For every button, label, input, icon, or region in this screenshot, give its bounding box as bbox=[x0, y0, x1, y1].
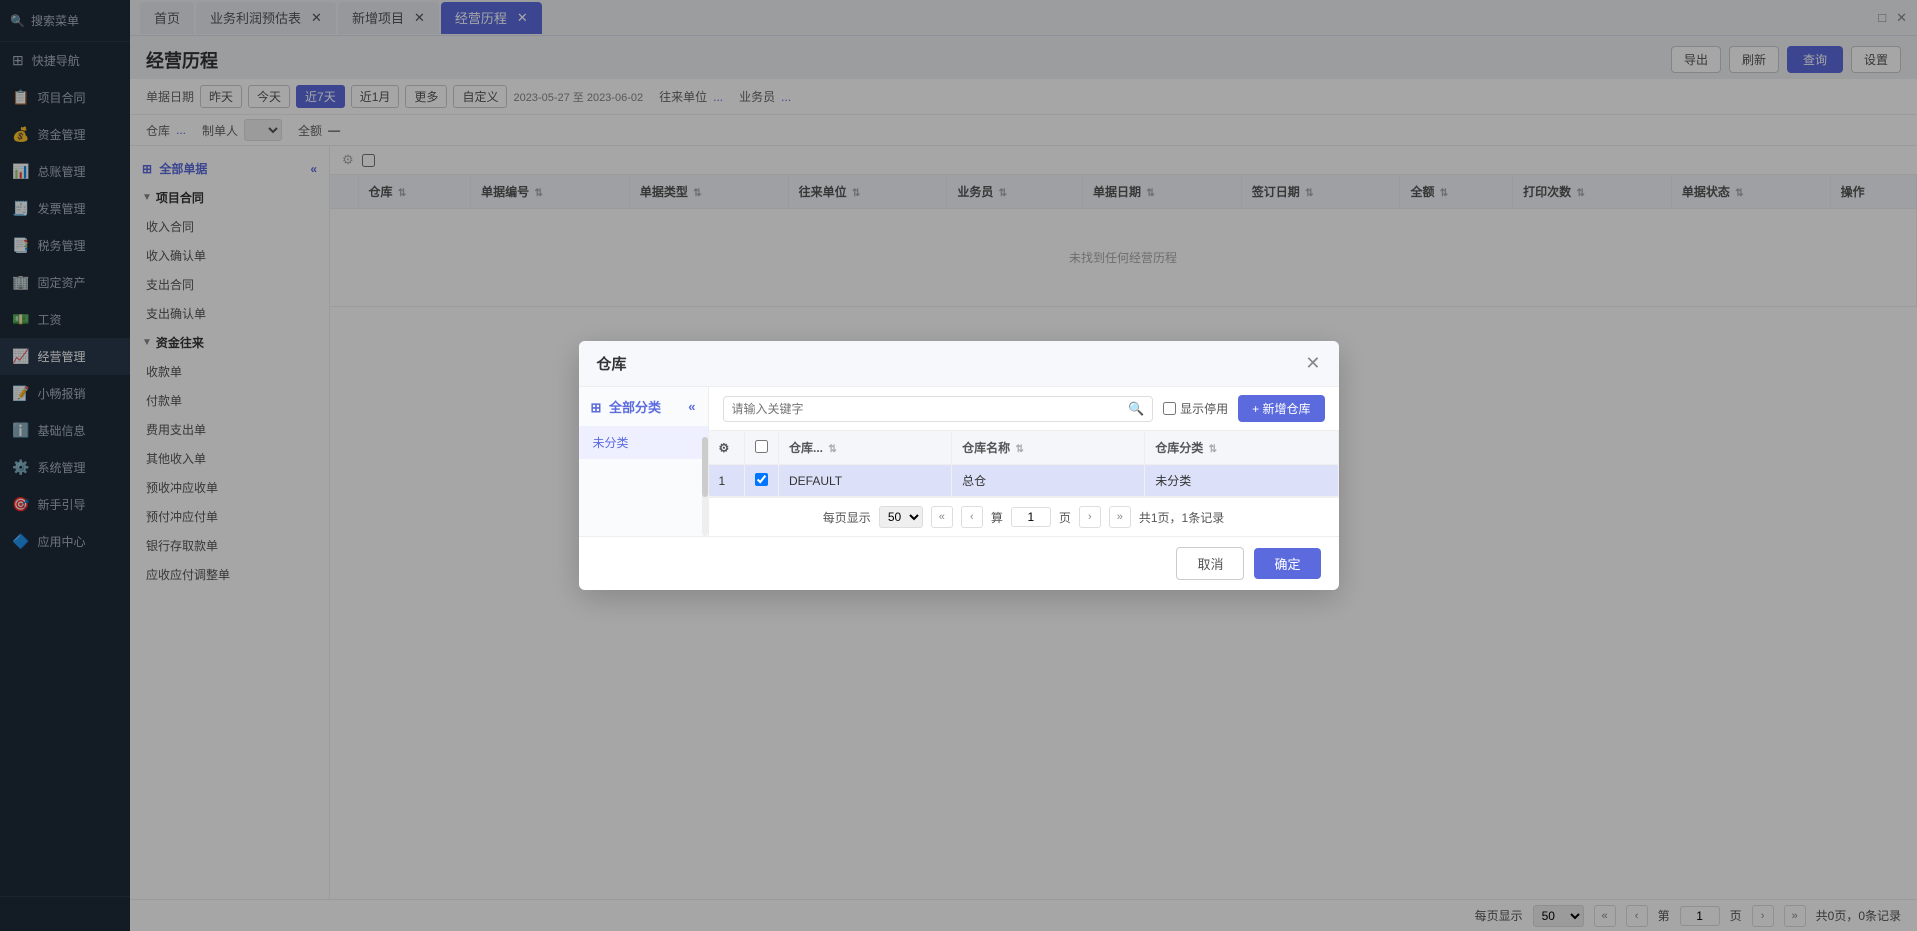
modal-toolbar: 🔍 显示停用 + 新增仓库 bbox=[709, 387, 1339, 431]
modal-page-suffix: 页 bbox=[1059, 509, 1071, 526]
modal-table-wrap[interactable]: ⚙ 仓库... ⇅ 仓库名称 ⇅ 仓库分类 ⇅ 1 DEFA bbox=[709, 431, 1339, 497]
modal-prev-page[interactable]: ‹ bbox=[961, 506, 983, 528]
modal-select-all[interactable] bbox=[755, 440, 768, 453]
modal-cancel-button[interactable]: 取消 bbox=[1176, 547, 1244, 580]
modal-search-box[interactable]: 🔍 bbox=[723, 396, 1154, 422]
modal-col-code[interactable]: 仓库... ⇅ bbox=[779, 431, 952, 465]
modal-header: 仓库 ✕ bbox=[579, 341, 1339, 387]
modal-table: ⚙ 仓库... ⇅ 仓库名称 ⇅ 仓库分类 ⇅ 1 DEFA bbox=[709, 431, 1339, 497]
modal-confirm-button[interactable]: 确定 bbox=[1254, 548, 1320, 579]
modal-row-checkbox[interactable] bbox=[755, 473, 768, 486]
modal-page-input[interactable] bbox=[1011, 507, 1051, 527]
modal-col-name[interactable]: 仓库名称 ⇅ bbox=[952, 431, 1145, 465]
modal-row-category: 未分类 bbox=[1145, 465, 1338, 497]
modal-body: ⊞ 全部分类 « 未分类 🔍 bbox=[579, 387, 1339, 536]
warehouse-modal: 仓库 ✕ ⊞ 全部分类 « 未分类 bbox=[579, 341, 1339, 590]
modal-left-panel: ⊞ 全部分类 « 未分类 bbox=[579, 387, 709, 536]
modal-search-icon: 🔍 bbox=[1128, 401, 1144, 417]
modal-col-checkbox bbox=[745, 431, 779, 465]
modal-close-button[interactable]: ✕ bbox=[1305, 353, 1320, 374]
modal-title: 仓库 bbox=[597, 353, 627, 374]
modal-left-scrollbar[interactable] bbox=[702, 437, 708, 536]
modal-right-panel: 🔍 显示停用 + 新增仓库 ⚙ bbox=[709, 387, 1339, 536]
modal-row-code: DEFAULT bbox=[779, 465, 952, 497]
modal-first-page[interactable]: « bbox=[931, 506, 953, 528]
modal-per-page-label: 每页显示 bbox=[823, 509, 871, 526]
modal-page-label: 算 bbox=[991, 509, 1003, 526]
modal-row-name: 总仓 bbox=[952, 465, 1145, 497]
modal-left-scrollbar-thumb bbox=[702, 437, 708, 497]
modal-table-row[interactable]: 1 DEFAULT 总仓 未分类 bbox=[709, 465, 1339, 497]
modal-collapse-icon[interactable]: « bbox=[688, 399, 695, 414]
modal-col-category[interactable]: 仓库分类 ⇅ bbox=[1145, 431, 1338, 465]
show-disabled-label: 显示停用 bbox=[1180, 400, 1228, 417]
modal-total: 共1页，1条记录 bbox=[1139, 509, 1224, 526]
modal-all-categories[interactable]: ⊞ 全部分类 « bbox=[579, 387, 708, 426]
modal-search-input[interactable] bbox=[732, 402, 1128, 416]
modal-action-footer: 取消 确定 bbox=[579, 536, 1339, 590]
modal-row-checkbox-cell[interactable] bbox=[745, 465, 779, 497]
modal-col-settings[interactable]: ⚙ bbox=[709, 431, 745, 465]
add-warehouse-button[interactable]: + 新增仓库 bbox=[1238, 395, 1324, 422]
modal-last-page[interactable]: » bbox=[1109, 506, 1131, 528]
show-disabled-group: 显示停用 bbox=[1163, 400, 1228, 417]
modal-row-num: 1 bbox=[709, 465, 745, 497]
all-categories-label: ⊞ 全部分类 bbox=[591, 397, 662, 416]
modal-overlay: 仓库 ✕ ⊞ 全部分类 « 未分类 bbox=[0, 0, 1917, 931]
show-disabled-checkbox[interactable] bbox=[1163, 402, 1176, 415]
modal-category-uncategorized[interactable]: 未分类 bbox=[579, 426, 708, 459]
modal-pagination: 每页显示 50 « ‹ 算 页 › » 共1页，1条记录 bbox=[709, 497, 1339, 536]
modal-next-page[interactable]: › bbox=[1079, 506, 1101, 528]
modal-per-page-select[interactable]: 50 bbox=[879, 506, 923, 528]
